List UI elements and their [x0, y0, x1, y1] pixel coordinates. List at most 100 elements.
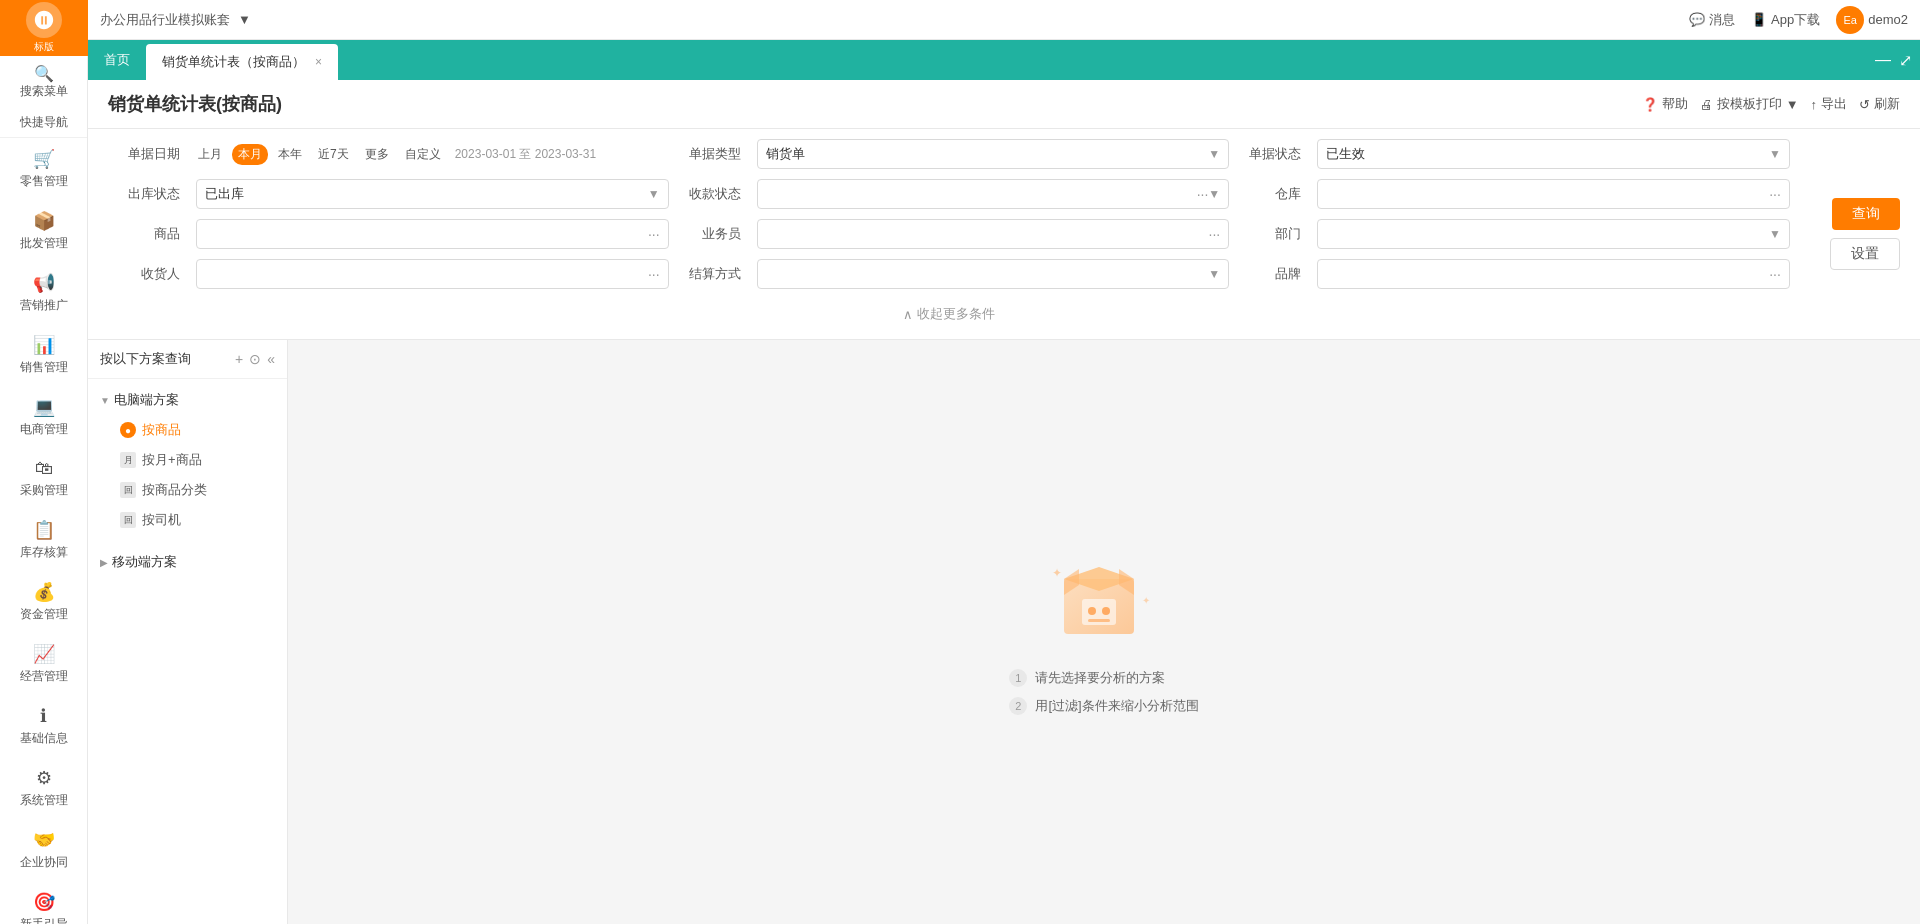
scheme-collapse-button[interactable]: «	[267, 351, 275, 367]
tab-maximize-icon[interactable]: ⤢	[1899, 51, 1912, 70]
sidebar-item-retail[interactable]: 🛒 零售管理	[0, 138, 87, 200]
this-month-tab[interactable]: 本月	[232, 144, 268, 165]
payment-control[interactable]: ··· ▼	[757, 179, 1230, 209]
svg-point-6	[1102, 607, 1110, 615]
this-year-tab[interactable]: 本年	[272, 144, 308, 165]
app-download-button[interactable]: 📱 App下载	[1751, 11, 1820, 29]
sidebar-item-enterprise[interactable]: 🤝 企业协同	[0, 819, 87, 881]
message-button[interactable]: 💬 消息	[1689, 11, 1735, 29]
empty-tip-2: 2 用[过滤]条件来缩小分析范围	[1009, 697, 1198, 715]
filter-row-2: 出库状态 已出库 ▼ 收款状态 ··· ▼	[108, 179, 1790, 209]
brand-more-icon[interactable]: ···	[1769, 266, 1781, 282]
svg-point-5	[1088, 607, 1096, 615]
sidebar-item-sales[interactable]: 📊 销售管理	[0, 324, 87, 386]
filter-out-status-section: 出库状态 已出库 ▼	[108, 179, 669, 209]
recipient-more-icon[interactable]: ···	[648, 266, 660, 282]
recipient-control[interactable]: ···	[196, 259, 669, 289]
sidebar-item-marketing[interactable]: 📢 营销推广	[0, 262, 87, 324]
doc-status-control[interactable]: 已生效 ▼	[1317, 139, 1790, 169]
setting-button[interactable]: 设置	[1830, 238, 1900, 270]
sidebar-search[interactable]: 🔍 搜索菜单	[16, 56, 72, 108]
goods-control[interactable]: ···	[196, 219, 669, 249]
query-button[interactable]: 查询	[1832, 198, 1900, 230]
last7-tab[interactable]: 近7天	[312, 144, 355, 165]
settlement-control[interactable]: ▼	[757, 259, 1230, 289]
print-dropdown-icon[interactable]: ▼	[1786, 97, 1799, 112]
by-month-goods-icon: 月	[120, 452, 136, 468]
sidebar-item-basic[interactable]: ℹ 基础信息	[0, 695, 87, 757]
filter-settlement-section: 结算方式 ▼	[669, 259, 1230, 289]
scheme-item-by-goods[interactable]: ● 按商品	[108, 415, 287, 445]
brand-control[interactable]: ···	[1317, 259, 1790, 289]
scheme-add-button[interactable]: +	[235, 351, 243, 367]
sidebar-item-purchase[interactable]: 🛍 采购管理	[0, 448, 87, 509]
enterprise-icon: 🤝	[33, 829, 55, 851]
scheme-item-by-category[interactable]: 回 按商品分类	[108, 475, 287, 505]
doc-type-dropdown-icon[interactable]: ▼	[1208, 147, 1220, 161]
filter-date-section: 单据日期 上月 本月 本年 近7天 更多 自定义 2023-03-01 至 20…	[108, 144, 669, 165]
refresh-button[interactable]: ↺ 刷新	[1859, 95, 1900, 113]
department-dropdown-icon[interactable]: ▼	[1769, 227, 1781, 241]
print-icon: 🖨	[1700, 97, 1713, 112]
topbar-dropdown-icon[interactable]: ▼	[238, 12, 251, 27]
doc-status-dropdown-icon[interactable]: ▼	[1769, 147, 1781, 161]
sidebar-quick-nav[interactable]: 快捷导航	[0, 108, 87, 138]
settlement-dropdown-icon[interactable]: ▼	[1208, 267, 1220, 281]
scheme-desktop-group-header[interactable]: ▼ 电脑端方案	[88, 385, 287, 415]
empty-state-icon: ✦ ✦	[1044, 549, 1164, 649]
out-status-dropdown-icon[interactable]: ▼	[648, 187, 660, 201]
scheme-desktop-group: ▼ 电脑端方案 ● 按商品 月 按月+商品 回	[88, 379, 287, 541]
scheme-mobile-group-header[interactable]: ▶ 移动端方案	[88, 547, 287, 577]
wholesale-icon: 📦	[33, 210, 55, 232]
filter-row-4: 收货人 ··· 结算方式 ▼	[108, 259, 1790, 289]
logo-svg	[33, 9, 55, 31]
tab-close-icon[interactable]: ×	[315, 55, 322, 69]
sidebar-item-system[interactable]: ⚙ 系统管理	[0, 757, 87, 819]
salesperson-control[interactable]: ···	[757, 219, 1230, 249]
sidebar-item-ecommerce[interactable]: 💻 电商管理	[0, 386, 87, 448]
goods-more-icon[interactable]: ···	[648, 226, 660, 242]
export-icon: ↑	[1811, 97, 1818, 112]
payment-more-icon[interactable]: ···	[1197, 186, 1209, 202]
content-area: 销货单统计表(按商品) ❓ 帮助 🖨 按模板打印 ▼ ↑ 导出 ↺ 刷新	[88, 80, 1920, 924]
tab-home[interactable]: 首页	[88, 40, 146, 80]
last-month-tab[interactable]: 上月	[192, 144, 228, 165]
logo[interactable]: 标版	[0, 0, 88, 56]
collapse-bar[interactable]: ∧ 收起更多条件	[108, 299, 1790, 329]
out-status-control[interactable]: 已出库 ▼	[196, 179, 669, 209]
doc-type-control[interactable]: 销货单 ▼	[757, 139, 1230, 169]
sidebar-item-guide[interactable]: 🎯 新手引导	[0, 881, 87, 924]
sidebar: 标版 🔍 搜索菜单 快捷导航 🛒 零售管理 📦 批发管理 📢 营销推广 📊 销售…	[0, 0, 88, 924]
filter-warehouse-section: 仓库 ···	[1229, 179, 1790, 209]
page-title: 销货单统计表(按商品)	[108, 92, 282, 128]
sidebar-item-inventory[interactable]: 📋 库存核算	[0, 509, 87, 571]
filter-recipient-section: 收货人 ···	[108, 259, 669, 289]
export-button[interactable]: ↑ 导出	[1811, 95, 1848, 113]
doc-status-label: 单据状态	[1229, 145, 1309, 163]
salesperson-more-icon[interactable]: ···	[1209, 226, 1221, 242]
main-area: 办公用品行业模拟账套 ▼ 💬 消息 📱 App下载 Ea demo2 首页 销货…	[88, 0, 1920, 924]
scheme-settings-button[interactable]: ⊙	[249, 351, 261, 367]
out-status-label: 出库状态	[108, 185, 188, 203]
scheme-item-by-driver[interactable]: 回 按司机	[108, 505, 287, 535]
warehouse-more-icon[interactable]: ···	[1769, 186, 1781, 202]
doc-type-value: 销货单	[766, 145, 1209, 163]
sidebar-item-wholesale[interactable]: 📦 批发管理	[0, 200, 87, 262]
tab-sales-report[interactable]: 销货单统计表（按商品） ×	[146, 44, 338, 80]
user-profile[interactable]: Ea demo2	[1836, 6, 1908, 34]
print-button[interactable]: 🖨 按模板打印 ▼	[1700, 95, 1799, 113]
tab-minimize-icon[interactable]: —	[1875, 51, 1891, 69]
warehouse-control[interactable]: ···	[1317, 179, 1790, 209]
svg-rect-7	[1088, 619, 1110, 622]
app-icon: 📱	[1751, 12, 1767, 27]
purchase-icon: 🛍	[35, 458, 53, 479]
more-tab[interactable]: 更多	[359, 144, 395, 165]
scheme-item-by-month-goods[interactable]: 月 按月+商品	[108, 445, 287, 475]
help-button[interactable]: ❓ 帮助	[1642, 95, 1688, 113]
payment-dropdown-icon[interactable]: ▼	[1208, 187, 1220, 201]
custom-tab[interactable]: 自定义	[399, 144, 447, 165]
department-control[interactable]: ▼	[1317, 219, 1790, 249]
topbar-right: 💬 消息 📱 App下载 Ea demo2	[1689, 6, 1908, 34]
sidebar-item-finance[interactable]: 💰 资金管理	[0, 571, 87, 633]
sidebar-item-operations[interactable]: 📈 经营管理	[0, 633, 87, 695]
